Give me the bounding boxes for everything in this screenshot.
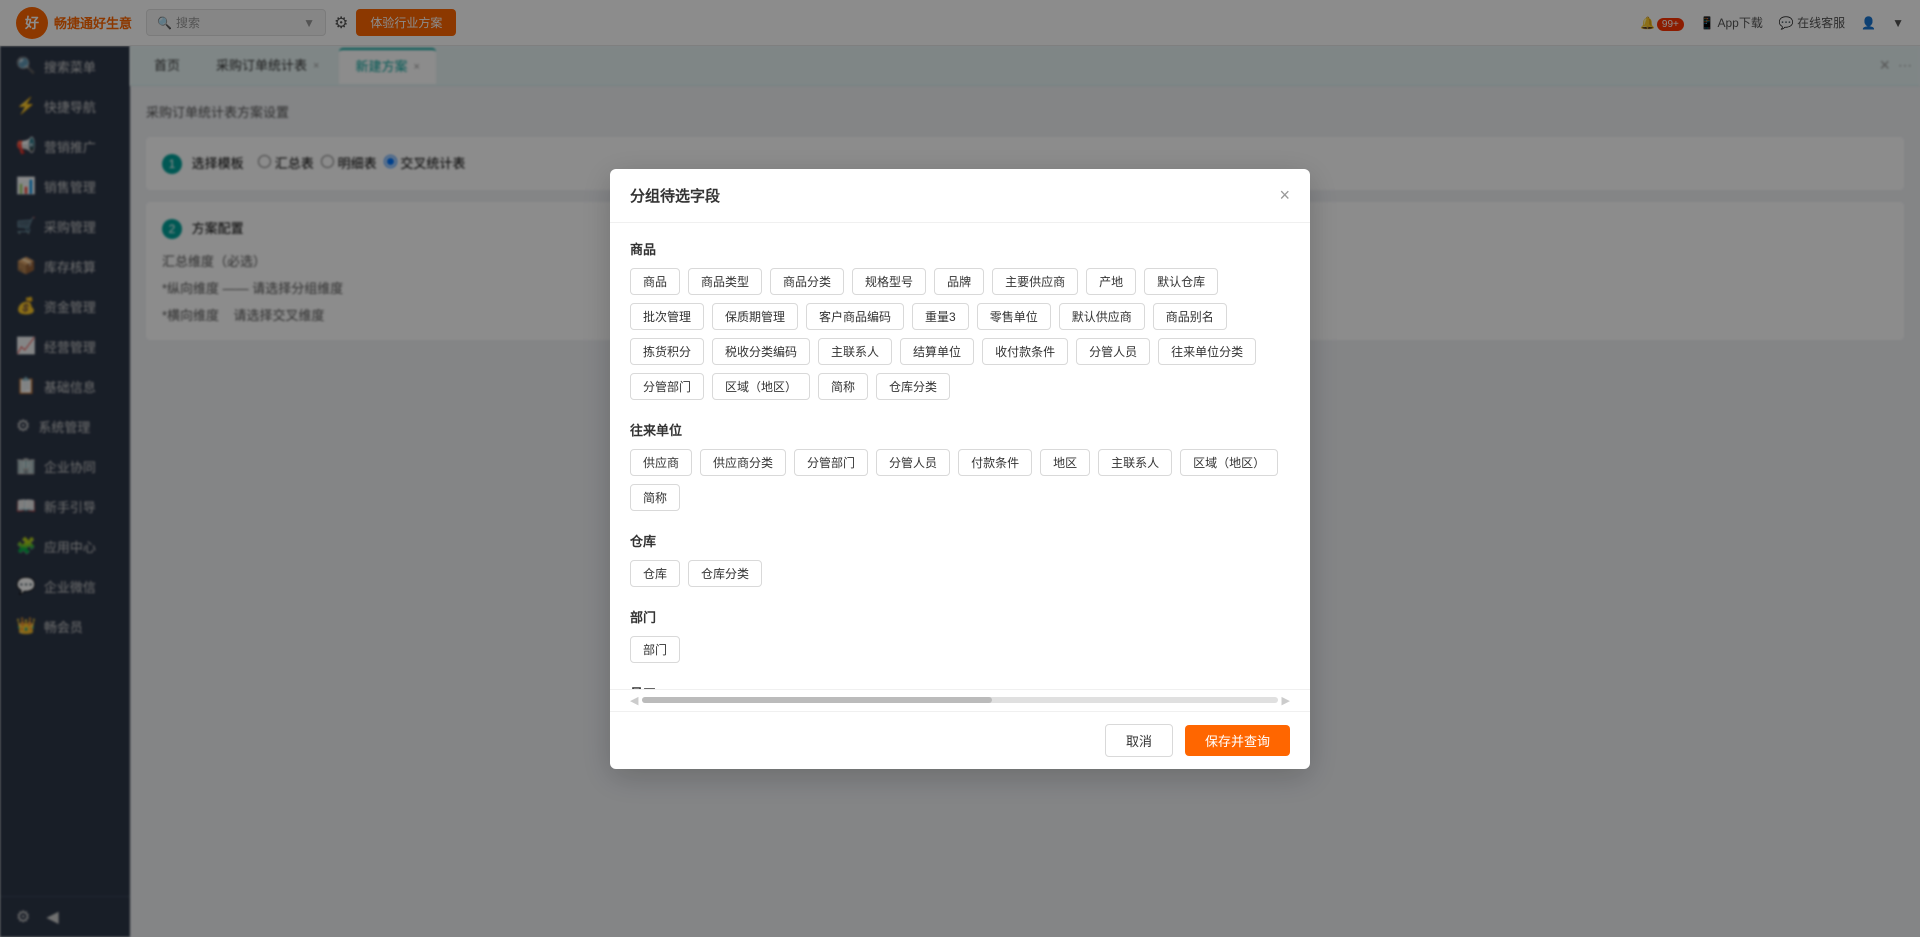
- horizontal-scrollbar[interactable]: [642, 697, 1277, 703]
- field-tag-product-18[interactable]: 结算单位: [900, 338, 974, 365]
- modal-body[interactable]: 商品商品商品类型商品分类规格型号品牌主要供应商产地默认仓库批次管理保质期管理客户…: [610, 223, 1310, 689]
- field-tag-product-8[interactable]: 批次管理: [630, 303, 704, 330]
- modal-footer: 取消 保存并查询: [610, 711, 1310, 769]
- field-tag-product-5[interactable]: 主要供应商: [992, 268, 1078, 295]
- field-tag-product-17[interactable]: 主联系人: [818, 338, 892, 365]
- modal-close-button[interactable]: ×: [1279, 185, 1290, 206]
- field-tag-product-10[interactable]: 客户商品编码: [806, 303, 904, 330]
- field-tag-partner-8[interactable]: 简称: [630, 484, 680, 511]
- field-tag-product-19[interactable]: 收付款条件: [982, 338, 1068, 365]
- field-tag-warehouse-0[interactable]: 仓库: [630, 560, 680, 587]
- field-tag-product-24[interactable]: 简称: [818, 373, 868, 400]
- field-tag-product-25[interactable]: 仓库分类: [876, 373, 950, 400]
- field-tag-product-16[interactable]: 税收分类编码: [712, 338, 810, 365]
- field-tag-department-0[interactable]: 部门: [630, 636, 680, 663]
- modal-dialog: 分组待选字段 × 商品商品商品类型商品分类规格型号品牌主要供应商产地默认仓库批次…: [610, 169, 1310, 769]
- field-tag-partner-3[interactable]: 分管人员: [876, 449, 950, 476]
- modal-title: 分组待选字段: [630, 185, 720, 206]
- section-department: 部门部门: [630, 607, 1290, 663]
- modal-overlay: 分组待选字段 × 商品商品商品类型商品分类规格型号品牌主要供应商产地默认仓库批次…: [0, 0, 1920, 937]
- field-tag-product-3[interactable]: 规格型号: [852, 268, 926, 295]
- field-tag-product-12[interactable]: 零售单位: [977, 303, 1051, 330]
- field-tag-partner-0[interactable]: 供应商: [630, 449, 692, 476]
- field-tag-partner-2[interactable]: 分管部门: [794, 449, 868, 476]
- field-tags-department: 部门: [630, 636, 1290, 663]
- field-tag-partner-1[interactable]: 供应商分类: [700, 449, 786, 476]
- field-tag-product-20[interactable]: 分管人员: [1076, 338, 1150, 365]
- field-tag-partner-4[interactable]: 付款条件: [958, 449, 1032, 476]
- section-title-product: 商品: [630, 239, 1290, 258]
- field-tags-partner: 供应商供应商分类分管部门分管人员付款条件地区主联系人区域（地区） 简称: [630, 449, 1290, 511]
- section-title-warehouse: 仓库: [630, 531, 1290, 550]
- field-tag-product-9[interactable]: 保质期管理: [712, 303, 798, 330]
- scroll-right-indicator[interactable]: ▶: [1282, 694, 1290, 707]
- field-tags-warehouse: 仓库仓库分类: [630, 560, 1290, 587]
- field-tags-product: 商品商品类型商品分类规格型号品牌主要供应商产地默认仓库批次管理保质期管理客户商品…: [630, 268, 1290, 400]
- field-tag-partner-7[interactable]: 区域（地区）: [1180, 449, 1278, 476]
- modal-header: 分组待选字段 ×: [610, 169, 1310, 223]
- field-tag-partner-5[interactable]: 地区: [1040, 449, 1090, 476]
- section-title-partner: 往来单位: [630, 420, 1290, 439]
- field-tag-product-6[interactable]: 产地: [1086, 268, 1136, 295]
- section-warehouse: 仓库仓库仓库分类: [630, 531, 1290, 587]
- section-title-department: 部门: [630, 607, 1290, 626]
- field-tag-product-7[interactable]: 默认仓库: [1144, 268, 1218, 295]
- field-tag-product-21[interactable]: 往来单位分类: [1158, 338, 1256, 365]
- field-tag-product-0[interactable]: 商品: [630, 268, 680, 295]
- field-tag-product-4[interactable]: 品牌: [934, 268, 984, 295]
- field-tag-product-22[interactable]: 分管部门: [630, 373, 704, 400]
- field-tag-partner-6[interactable]: 主联系人: [1098, 449, 1172, 476]
- field-tag-product-1[interactable]: 商品类型: [688, 268, 762, 295]
- field-tag-product-13[interactable]: 默认供应商: [1059, 303, 1145, 330]
- section-product: 商品商品商品类型商品分类规格型号品牌主要供应商产地默认仓库批次管理保质期管理客户…: [630, 239, 1290, 400]
- field-tag-warehouse-1[interactable]: 仓库分类: [688, 560, 762, 587]
- field-tag-product-11[interactable]: 重量3: [912, 303, 969, 330]
- save-query-button[interactable]: 保存并查询: [1185, 725, 1290, 756]
- cancel-button[interactable]: 取消: [1105, 724, 1173, 757]
- field-tag-product-15[interactable]: 拣货积分: [630, 338, 704, 365]
- field-tag-product-2[interactable]: 商品分类: [770, 268, 844, 295]
- section-partner: 往来单位供应商供应商分类分管部门分管人员付款条件地区主联系人区域（地区） 简称: [630, 420, 1290, 511]
- field-tag-product-23[interactable]: 区域（地区）: [712, 373, 810, 400]
- scroll-left-indicator[interactable]: ◀: [630, 694, 638, 707]
- field-tag-product-14[interactable]: 商品别名: [1153, 303, 1227, 330]
